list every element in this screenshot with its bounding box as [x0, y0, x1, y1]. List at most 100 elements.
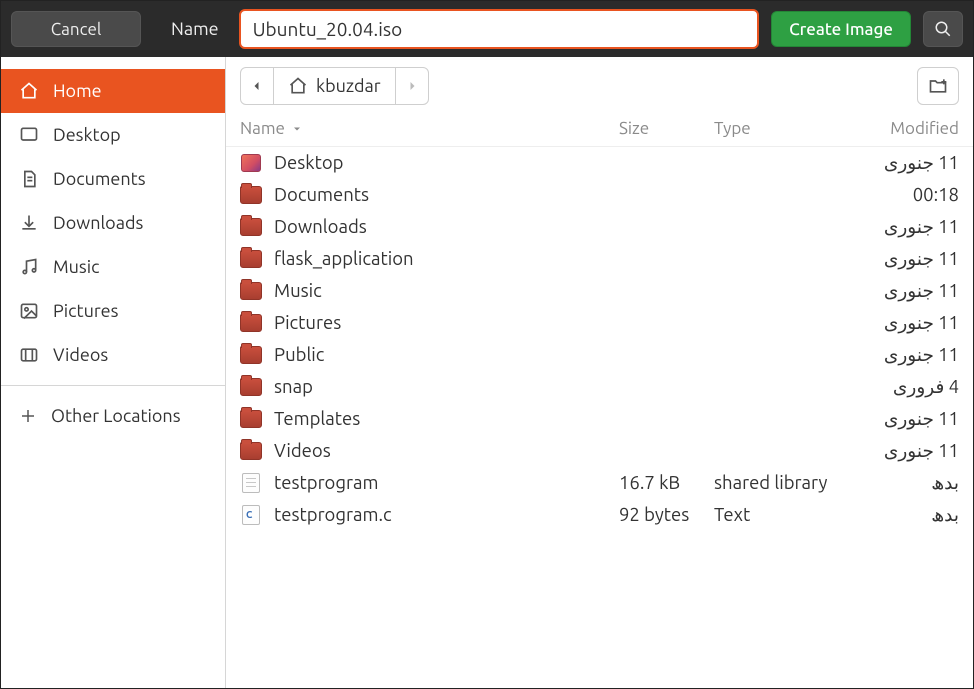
file-modified: 11 جنوری — [869, 313, 959, 334]
file-row[interactable]: Templates 11 جنوری — [226, 403, 973, 435]
file-modified: 11 جنوری — [869, 345, 959, 366]
file-type: shared library — [714, 473, 869, 493]
file-name: Documents — [274, 185, 619, 205]
folder-icon — [240, 410, 262, 428]
file-size: 16.7 kB — [619, 473, 714, 493]
sidebar-item-pictures[interactable]: Pictures — [1, 289, 225, 333]
file-row[interactable]: Documents 00:18 — [226, 179, 973, 211]
sidebar-item-desktop[interactable]: Desktop — [1, 113, 225, 157]
file-icon — [242, 473, 260, 493]
sidebar-item-documents[interactable]: Documents — [1, 157, 225, 201]
file-name: Public — [274, 345, 619, 365]
new-folder-icon — [927, 76, 949, 96]
file-modified: 11 جنوری — [869, 217, 959, 238]
sidebar-item-label: Other Locations — [51, 406, 181, 426]
cancel-button[interactable]: Cancel — [11, 11, 141, 47]
file-modified: 11 جنوری — [869, 409, 959, 430]
sidebar-item-home[interactable]: Home — [1, 69, 225, 113]
file-modified: 00:18 — [869, 185, 959, 205]
file-row[interactable]: flask_application 11 جنوری — [226, 243, 973, 275]
file-row[interactable]: Pictures 11 جنوری — [226, 307, 973, 339]
folder-icon — [240, 378, 262, 396]
file-modified: بدھ — [869, 505, 959, 526]
file-row[interactable]: Downloads 11 جنوری — [226, 211, 973, 243]
column-headers: Name Size Type Modified — [226, 115, 973, 147]
dialog-body: HomeDesktopDocumentsDownloadsMusicPictur… — [1, 57, 973, 688]
sidebar-item-label: Videos — [53, 345, 108, 365]
places-sidebar: Home Desktop Documents DownloadsMusic Pictur… — [1, 57, 226, 688]
pictures-icon — [19, 301, 39, 321]
file-modified: 11 جنوری — [869, 441, 959, 462]
file-modified: 11 جنوری — [869, 249, 959, 270]
search-button[interactable] — [923, 11, 963, 47]
file-name: Videos — [274, 441, 619, 461]
file-name: Pictures — [274, 313, 619, 333]
file-row[interactable]: Public 11 جنوری — [226, 339, 973, 371]
desktop-folder-icon — [241, 154, 261, 172]
sidebar-item-other-locations[interactable]: Other Locations — [1, 394, 225, 438]
sidebar-item-videos[interactable]: Videos — [1, 333, 225, 377]
desktop-icon — [19, 125, 39, 145]
sidebar-item-music[interactable]: Music — [1, 245, 225, 289]
save-dialog: Cancel Name Create Image Home Desktop Docu… — [0, 0, 974, 689]
column-header-label: Name — [240, 119, 285, 138]
folder-icon — [240, 282, 262, 300]
sidebar-item-label: Home — [53, 81, 102, 101]
filename-input[interactable] — [239, 9, 759, 49]
plus-icon — [19, 407, 37, 425]
sidebar-item-downloads[interactable]: Downloads — [1, 201, 225, 245]
path-back-button[interactable] — [241, 68, 274, 104]
file-modified: 11 جنوری — [869, 281, 959, 302]
chevron-right-icon — [406, 79, 418, 93]
main-pane: kbuzdar Name Size Type Modified — [226, 57, 973, 688]
folder-icon — [240, 250, 262, 268]
file-modified: بدھ — [869, 473, 959, 494]
file-name: Downloads — [274, 217, 619, 237]
sidebar-item-label: Desktop — [53, 125, 121, 145]
file-name: testprogram.c — [274, 505, 619, 525]
file-row[interactable]: testprogram16.7 kBshared libraryبدھ — [226, 467, 973, 499]
path-forward-button[interactable] — [396, 68, 428, 104]
file-name: snap — [274, 377, 619, 397]
path-bar: kbuzdar — [240, 67, 429, 105]
file-row[interactable]: Videos 11 جنوری — [226, 435, 973, 467]
sort-down-icon — [291, 123, 303, 135]
file-name: Music — [274, 281, 619, 301]
file-modified: 4 فروری — [869, 377, 959, 398]
file-type: Text — [714, 505, 869, 525]
create-image-button[interactable]: Create Image — [771, 11, 911, 47]
chevron-left-icon — [251, 79, 263, 93]
column-header-modified[interactable]: Modified — [869, 119, 959, 138]
folder-icon — [240, 186, 262, 204]
column-header-name[interactable]: Name — [240, 119, 619, 138]
file-row[interactable]: Desktop 11 جنوری — [226, 147, 973, 179]
home-icon — [19, 81, 39, 101]
file-name: flask_application — [274, 249, 619, 269]
folder-icon — [240, 314, 262, 332]
new-folder-button[interactable] — [917, 67, 959, 105]
music-icon — [19, 257, 39, 277]
downloads-icon — [19, 213, 39, 233]
sidebar-item-label: Pictures — [53, 301, 118, 321]
sidebar-separator — [1, 385, 225, 386]
file-name: Templates — [274, 409, 619, 429]
file-size: 92 bytes — [619, 505, 714, 525]
file-modified: 11 جنوری — [869, 153, 959, 174]
documents-icon — [19, 169, 39, 189]
home-icon — [288, 76, 308, 96]
path-segment-label: kbuzdar — [316, 76, 381, 96]
file-row[interactable]: testprogram.c92 bytesTextبدھ — [226, 499, 973, 531]
videos-icon — [19, 345, 39, 365]
file-row[interactable]: Music 11 جنوری — [226, 275, 973, 307]
header-bar: Cancel Name Create Image — [1, 1, 973, 57]
path-segment-home[interactable]: kbuzdar — [274, 68, 396, 104]
column-header-type[interactable]: Type — [714, 119, 869, 138]
c-file-icon — [242, 505, 260, 525]
folder-icon — [240, 346, 262, 364]
file-name: testprogram — [274, 473, 619, 493]
file-row[interactable]: snap 4 فروری — [226, 371, 973, 403]
sidebar-item-label: Documents — [53, 169, 146, 189]
column-header-size[interactable]: Size — [619, 119, 714, 138]
folder-icon — [240, 218, 262, 236]
file-name: Desktop — [274, 153, 619, 173]
